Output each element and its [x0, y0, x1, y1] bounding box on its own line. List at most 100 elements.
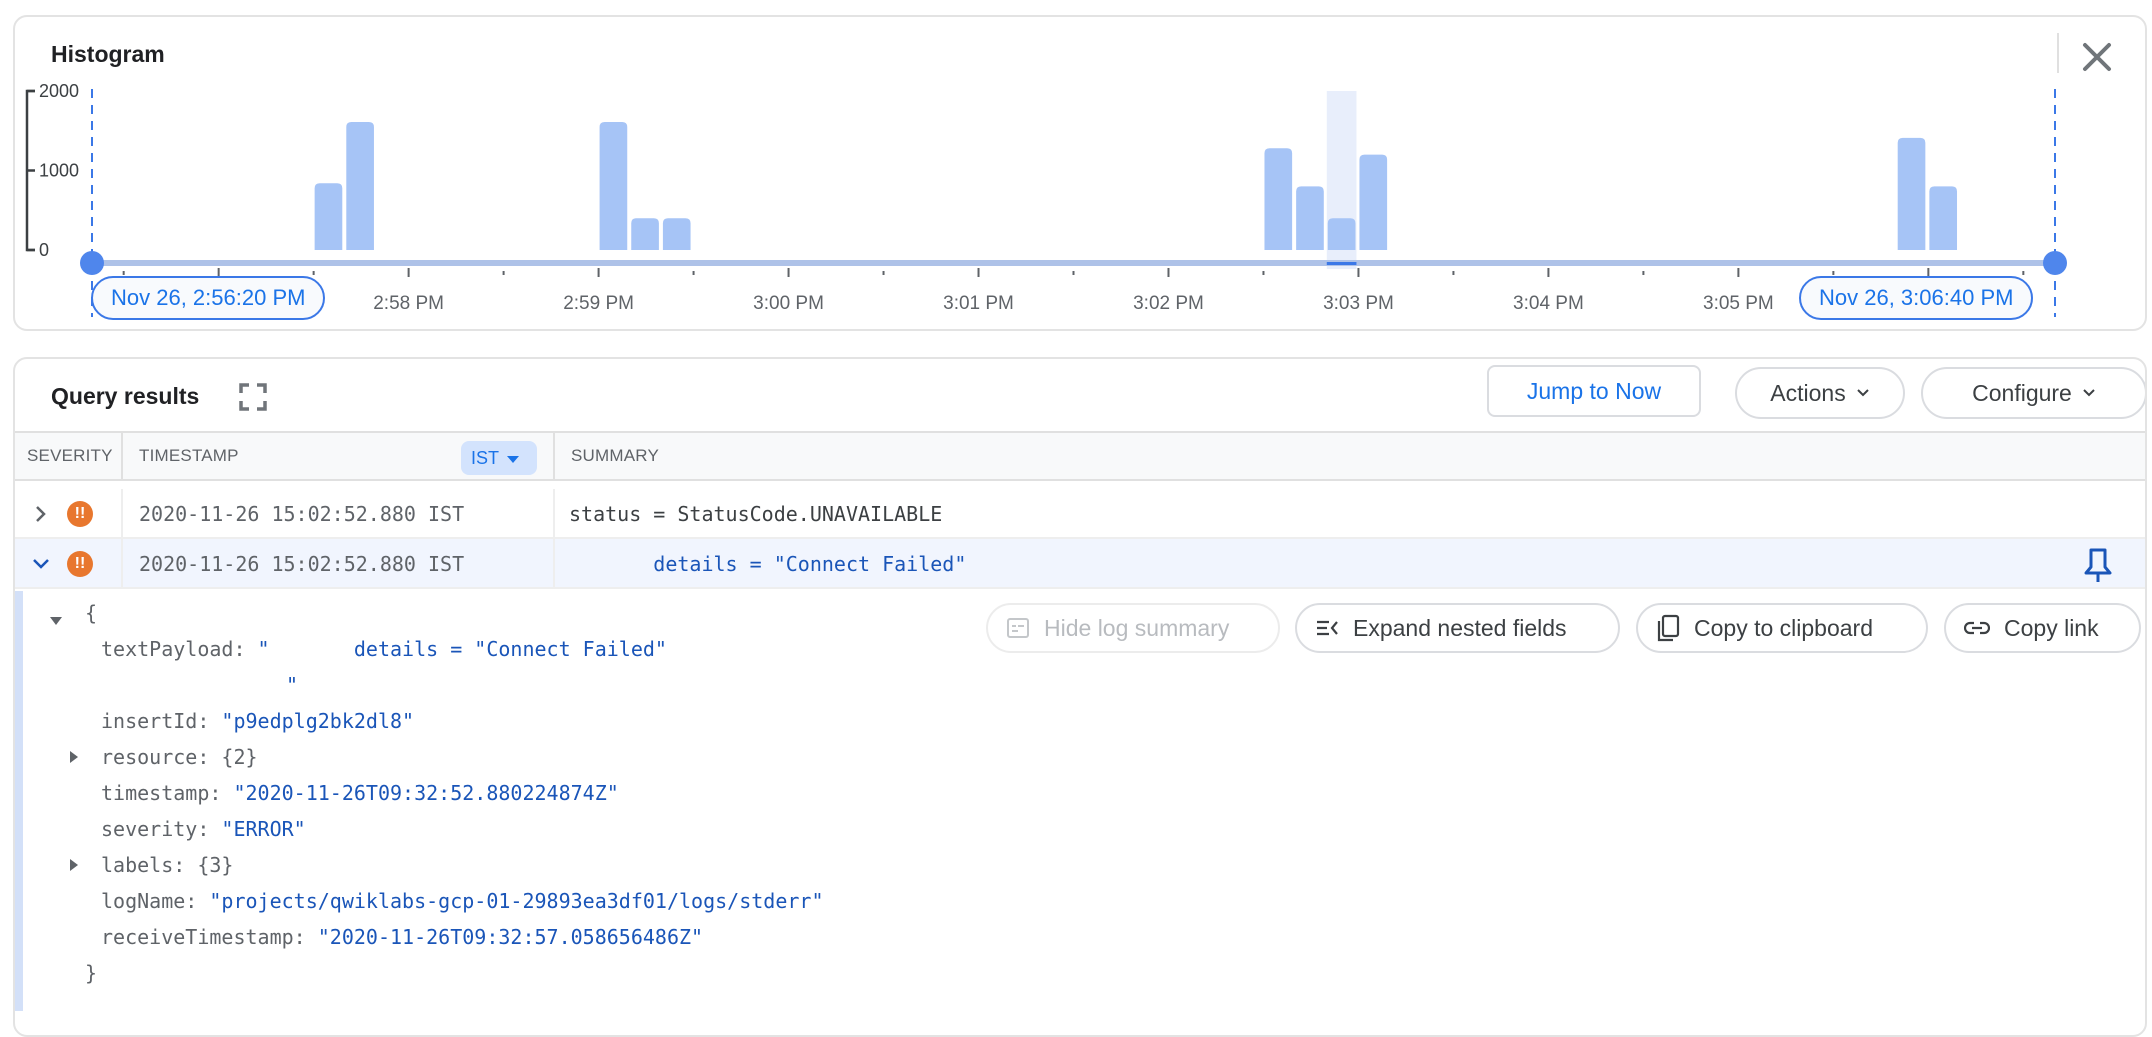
expand-nested-fields-button[interactable]: Expand nested fields	[1295, 603, 1620, 653]
json-field-insertId[interactable]: insertId: "p9edplg2bk2dl8"	[101, 709, 414, 733]
severity-error-icon: !!	[67, 551, 93, 577]
histogram-bar[interactable]	[599, 122, 628, 250]
json-value: "projects/qwiklabs-gcp-01-29893ea3df01/l…	[209, 889, 824, 913]
chevron-down-icon	[2083, 389, 2095, 397]
json-key: textPayload	[101, 637, 234, 661]
copy-to-clipboard-button[interactable]: Copy to clipboard	[1636, 603, 1928, 653]
json-value-continuation: "	[286, 673, 298, 697]
expanded-indicator	[15, 591, 23, 1011]
log-summary: status = StatusCode.UNAVAILABLE	[569, 502, 943, 526]
range-end-handle[interactable]	[2043, 251, 2067, 275]
json-key: logName	[101, 889, 186, 913]
jump-to-now-label: Jump to Now	[1526, 377, 1662, 404]
json-value: "	[286, 673, 299, 697]
cell-divider	[121, 539, 123, 589]
json-field-resource[interactable]: resource: {2}	[101, 745, 258, 769]
jump-to-now-button[interactable]: Jump to Now	[1487, 365, 1701, 417]
json-key: receiveTimestamp	[101, 925, 294, 949]
hide-log-summary-button[interactable]: Hide log summary	[986, 603, 1280, 653]
y-tick-label: 1000	[39, 161, 79, 181]
histogram-bar[interactable]	[631, 218, 659, 250]
pin-icon[interactable]	[2081, 547, 2115, 583]
chevron-down-icon[interactable]	[31, 554, 51, 574]
json-field-textPayload[interactable]: textPayload: " details = "Connect Failed…	[101, 637, 667, 661]
histogram-panel: Histogram 0 1000 2000 2:58 PM 2:59 PM 3:00 P…	[13, 15, 2147, 331]
range-end-chip[interactable]: Nov 26, 3:06:40 PM	[1799, 276, 2034, 320]
severity-error-icon: !!	[67, 501, 93, 527]
histogram-bar[interactable]	[346, 122, 374, 250]
x-tick-label: 3:03 PM	[1323, 293, 1394, 314]
log-row-expanded[interactable]: !! 2020-11-26 15:02:52.880 IST details =…	[15, 539, 2145, 589]
chevron-right-icon[interactable]	[31, 504, 51, 524]
hide-log-summary-label: Hide log summary	[1044, 614, 1230, 641]
actions-label: Actions	[1770, 379, 1846, 406]
timezone-dropdown[interactable]: IST	[461, 441, 537, 475]
expand-toggle-icon[interactable]	[70, 859, 78, 871]
json-field-logName[interactable]: logName: "projects/qwiklabs-gcp-01-29893…	[101, 889, 823, 913]
json-value: {2}	[221, 745, 258, 769]
histogram-bar[interactable]	[1327, 218, 1356, 250]
json-value: "ERROR"	[221, 817, 306, 841]
json-value: " details = "Connect Failed"	[257, 637, 667, 661]
histogram-bar[interactable]	[1897, 137, 1926, 250]
chevron-down-icon	[1857, 389, 1869, 397]
x-tick-label: 3:04 PM	[1513, 293, 1584, 314]
column-divider[interactable]	[121, 433, 123, 479]
configure-label: Configure	[1972, 379, 2072, 406]
cell-divider	[553, 539, 555, 589]
log-row[interactable]: !! 2020-11-26 15:02:52.880 IST status = …	[15, 489, 2145, 539]
collapse-toggle-icon[interactable]	[50, 617, 62, 625]
timeline-track	[92, 260, 2055, 266]
histogram-bar[interactable]	[662, 218, 691, 250]
copy-to-clipboard-label: Copy to clipboard	[1694, 614, 1873, 641]
column-header-severity[interactable]: SEVERITY	[27, 433, 113, 479]
actions-menu-button[interactable]: Actions	[1735, 367, 1905, 419]
range-start-chip[interactable]: Nov 26, 2:56:20 PM	[91, 276, 326, 320]
column-divider[interactable]	[553, 433, 555, 479]
histogram-bar[interactable]	[1296, 186, 1324, 250]
expand-nested-icon	[1317, 620, 1338, 636]
log-timestamp: 2020-11-26 15:02:52.880 IST	[139, 552, 465, 576]
json-value: "p9edplg2bk2dl8"	[221, 709, 415, 733]
json-value: "2020-11-26T09:32:52.880224874Z"	[233, 781, 619, 805]
link-icon	[1964, 621, 1990, 635]
x-tick-label: 3:00 PM	[753, 293, 824, 314]
json-field-labels[interactable]: labels: {3}	[101, 853, 233, 877]
range-start-handle[interactable]	[80, 251, 104, 275]
table-header: SEVERITY TIMESTAMP IST SUMMARY	[15, 431, 2145, 481]
histogram-bar[interactable]	[1264, 148, 1293, 250]
json-value: {3}	[197, 853, 234, 877]
log-timestamp: 2020-11-26 15:02:52.880 IST	[139, 502, 465, 526]
json-field-timestamp[interactable]: timestamp: "2020-11-26T09:32:52.88022487…	[101, 781, 619, 805]
cell-divider	[121, 489, 123, 539]
json-field-severity[interactable]: severity: "ERROR"	[101, 817, 306, 841]
json-value: "2020-11-26T09:32:57.058656486Z"	[317, 925, 704, 949]
histogram-bar[interactable]	[314, 183, 343, 250]
y-axis: 0 1000 2000	[25, 81, 79, 260]
query-results-panel: Query results Jump to Now Actions Config…	[13, 357, 2147, 1037]
json-field-receiveTimestamp[interactable]: receiveTimestamp: "2020-11-26T09:32:57.0…	[101, 925, 703, 949]
json-key: timestamp	[101, 781, 210, 805]
column-header-timestamp[interactable]: TIMESTAMP	[139, 433, 239, 479]
copy-link-label: Copy link	[2004, 614, 2099, 641]
fullscreen-button[interactable]	[237, 381, 269, 413]
x-tick-label: 3:02 PM	[1133, 293, 1204, 314]
json-key: labels	[101, 853, 174, 877]
query-results-title: Query results	[51, 383, 200, 409]
column-header-summary[interactable]: SUMMARY	[571, 433, 659, 479]
log-summary: details = "Connect Failed"	[569, 552, 967, 576]
x-tick-label: 3:01 PM	[943, 293, 1014, 314]
x-tick-label: 3:05 PM	[1703, 293, 1774, 314]
expand-toggle-icon[interactable]	[70, 751, 78, 763]
histogram-bar[interactable]	[1359, 154, 1388, 250]
y-tick-label: 0	[39, 240, 49, 260]
summary-icon	[1007, 618, 1029, 638]
json-key: resource	[101, 745, 198, 769]
copy-icon	[1657, 614, 1680, 642]
configure-menu-button[interactable]: Configure	[1921, 367, 2145, 419]
copy-link-button[interactable]: Copy link	[1944, 603, 2141, 653]
json-close-brace: }	[85, 961, 98, 985]
json-key: insertId	[101, 709, 198, 733]
histogram-bar[interactable]	[1929, 186, 1958, 250]
json-key: severity	[101, 817, 198, 841]
